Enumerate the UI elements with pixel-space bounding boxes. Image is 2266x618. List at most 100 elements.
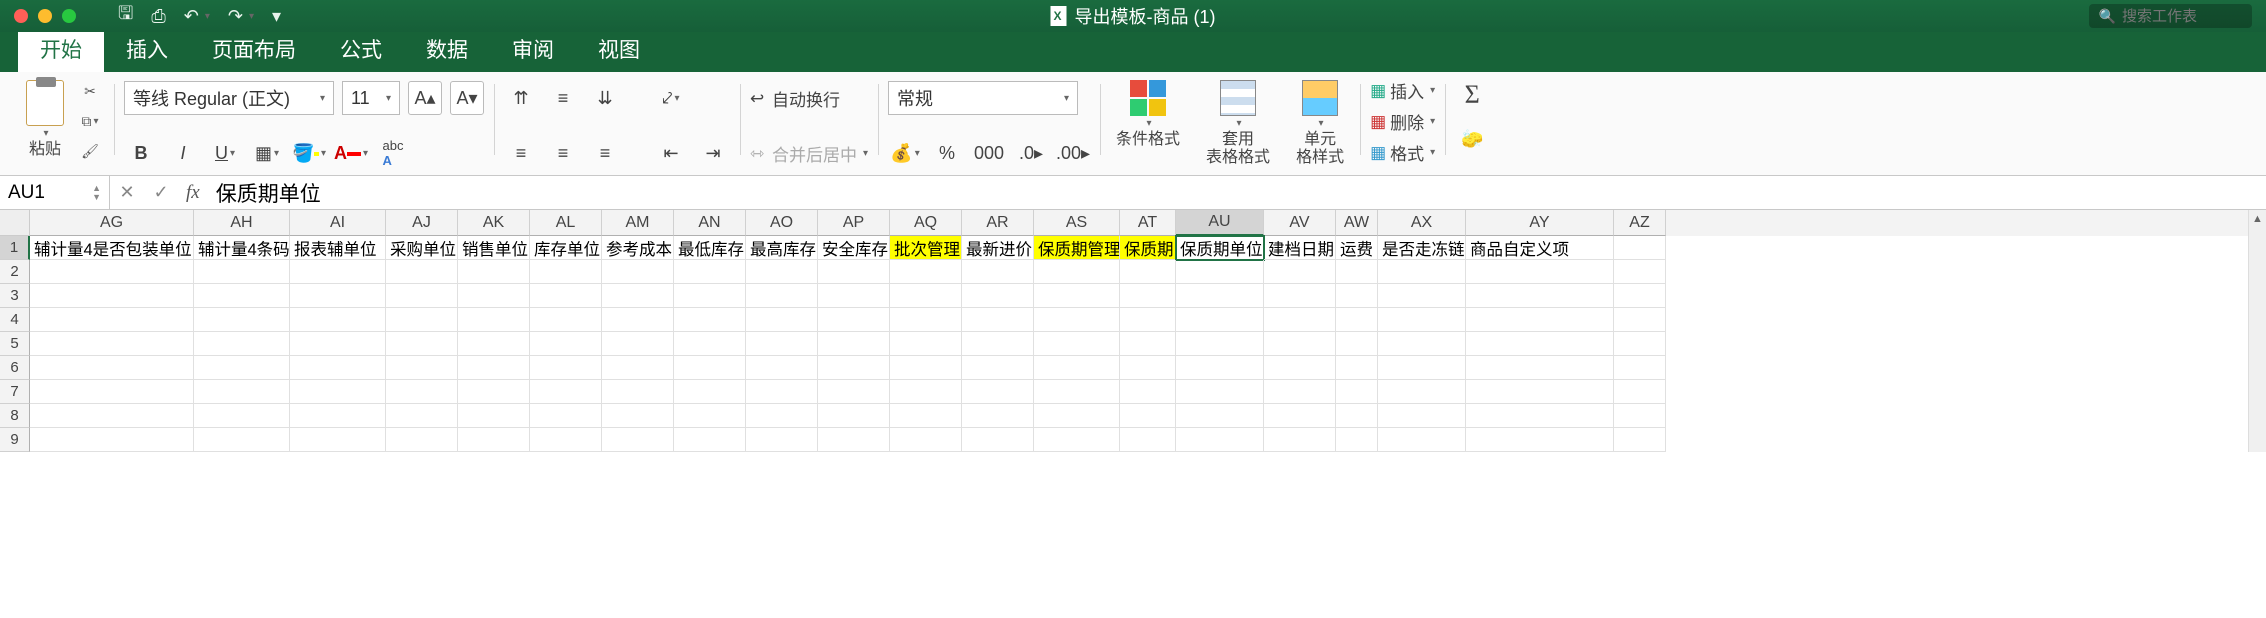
cell-AH1[interactable]: 辅计量4条码: [194, 236, 290, 260]
cell-AW8[interactable]: [1336, 404, 1378, 428]
cell-AO9[interactable]: [746, 428, 818, 452]
cell-AM4[interactable]: [602, 308, 674, 332]
row-header-5[interactable]: 5: [0, 332, 30, 356]
cell-AT7[interactable]: [1120, 380, 1176, 404]
scroll-up-icon[interactable]: ▲: [2249, 210, 2266, 228]
cell-AM5[interactable]: [602, 332, 674, 356]
cell-AI4[interactable]: [290, 308, 386, 332]
tab-开始[interactable]: 开始: [18, 28, 104, 72]
merge-center-button[interactable]: ⇿ 合并后居中 ▾: [750, 141, 868, 166]
cell-AR5[interactable]: [962, 332, 1034, 356]
cell-AP1[interactable]: 安全库存: [818, 236, 890, 260]
cell-AK7[interactable]: [458, 380, 530, 404]
increase-font-icon[interactable]: A▴: [408, 81, 442, 115]
cell-AH3[interactable]: [194, 284, 290, 308]
cell-AH7[interactable]: [194, 380, 290, 404]
decrease-decimal-icon[interactable]: .00▸: [1056, 136, 1090, 170]
cell-AL5[interactable]: [530, 332, 602, 356]
row-header-2[interactable]: 2: [0, 260, 30, 284]
cell-AW7[interactable]: [1336, 380, 1378, 404]
minimize-window-button[interactable]: [38, 9, 52, 23]
cell-AL2[interactable]: [530, 260, 602, 284]
cell-AL1[interactable]: 库存单位: [530, 236, 602, 260]
column-header-AG[interactable]: AG: [30, 210, 194, 236]
tab-数据[interactable]: 数据: [404, 28, 490, 72]
cell-AJ4[interactable]: [386, 308, 458, 332]
cell-AG7[interactable]: [30, 380, 194, 404]
column-header-AH[interactable]: AH: [194, 210, 290, 236]
cell-AV4[interactable]: [1264, 308, 1336, 332]
cell-AG9[interactable]: [30, 428, 194, 452]
cell-AU6[interactable]: [1176, 356, 1264, 380]
align-middle-icon[interactable]: ≡: [546, 81, 580, 115]
cell-AK2[interactable]: [458, 260, 530, 284]
cell-AP6[interactable]: [818, 356, 890, 380]
cell-AY1[interactable]: 商品自定义项: [1466, 236, 1614, 260]
cell-AG1[interactable]: 辅计量4是否包装单位: [30, 236, 194, 260]
cell-AZ4[interactable]: [1614, 308, 1666, 332]
cell-AI7[interactable]: [290, 380, 386, 404]
tab-公式[interactable]: 公式: [318, 28, 404, 72]
cell-AU3[interactable]: [1176, 284, 1264, 308]
cell-AO2[interactable]: [746, 260, 818, 284]
cell-AI2[interactable]: [290, 260, 386, 284]
vertical-scrollbar[interactable]: ▲: [2248, 210, 2266, 452]
cell-AJ7[interactable]: [386, 380, 458, 404]
formula-content[interactable]: 保质期单位: [208, 178, 321, 208]
cell-AV9[interactable]: [1264, 428, 1336, 452]
cell-AS2[interactable]: [1034, 260, 1120, 284]
cell-AL8[interactable]: [530, 404, 602, 428]
cell-AV5[interactable]: [1264, 332, 1336, 356]
enter-formula-icon[interactable]: ✓: [144, 182, 178, 203]
cell-AJ2[interactable]: [386, 260, 458, 284]
cell-AM8[interactable]: [602, 404, 674, 428]
cell-AQ6[interactable]: [890, 356, 962, 380]
column-header-AI[interactable]: AI: [290, 210, 386, 236]
cell-AV1[interactable]: 建档日期: [1264, 236, 1336, 260]
cell-AQ8[interactable]: [890, 404, 962, 428]
cell-AQ9[interactable]: [890, 428, 962, 452]
cell-AM7[interactable]: [602, 380, 674, 404]
cell-AQ1[interactable]: 批次管理: [890, 236, 962, 260]
cell-AU4[interactable]: [1176, 308, 1264, 332]
cell-AT1[interactable]: 保质期: [1120, 236, 1176, 260]
cell-AS8[interactable]: [1034, 404, 1120, 428]
currency-icon[interactable]: 💰▾: [888, 136, 922, 170]
cell-AS6[interactable]: [1034, 356, 1120, 380]
cell-AI6[interactable]: [290, 356, 386, 380]
format-as-table-button[interactable]: ▾ 套用 表格格式: [1200, 78, 1276, 168]
cell-AW6[interactable]: [1336, 356, 1378, 380]
cell-AG3[interactable]: [30, 284, 194, 308]
column-header-AM[interactable]: AM: [602, 210, 674, 236]
bold-button[interactable]: B: [124, 136, 158, 170]
align-right-icon[interactable]: ≡: [588, 136, 622, 170]
cell-AZ5[interactable]: [1614, 332, 1666, 356]
cell-AH4[interactable]: [194, 308, 290, 332]
cell-AN5[interactable]: [674, 332, 746, 356]
save-icon[interactable]: 🖫: [118, 1, 133, 31]
cell-AR2[interactable]: [962, 260, 1034, 284]
tab-插入[interactable]: 插入: [104, 28, 190, 72]
name-box[interactable]: AU1 ▲▼: [0, 176, 110, 209]
cell-AY6[interactable]: [1466, 356, 1614, 380]
cell-AU2[interactable]: [1176, 260, 1264, 284]
undo-button[interactable]: ↶▾: [184, 6, 210, 27]
cell-AI1[interactable]: 报表辅单位: [290, 236, 386, 260]
cell-AO5[interactable]: [746, 332, 818, 356]
column-header-AO[interactable]: AO: [746, 210, 818, 236]
spreadsheet-grid[interactable]: AGAHAIAJAKALAMANAOAPAQARASATAUAVAWAXAYAZ…: [0, 210, 2266, 452]
cell-AM6[interactable]: [602, 356, 674, 380]
cell-AM3[interactable]: [602, 284, 674, 308]
cell-AR1[interactable]: 最新进价: [962, 236, 1034, 260]
cell-AR9[interactable]: [962, 428, 1034, 452]
cell-AM1[interactable]: 参考成本: [602, 236, 674, 260]
align-center-icon[interactable]: ≡: [546, 136, 580, 170]
cell-AT4[interactable]: [1120, 308, 1176, 332]
qat-customize-icon[interactable]: ▾: [272, 6, 281, 27]
cell-AY7[interactable]: [1466, 380, 1614, 404]
cell-AY4[interactable]: [1466, 308, 1614, 332]
row-header-9[interactable]: 9: [0, 428, 30, 452]
autosum-icon[interactable]: Σ: [1455, 78, 1489, 112]
cell-AX8[interactable]: [1378, 404, 1466, 428]
tab-审阅[interactable]: 审阅: [490, 28, 576, 72]
